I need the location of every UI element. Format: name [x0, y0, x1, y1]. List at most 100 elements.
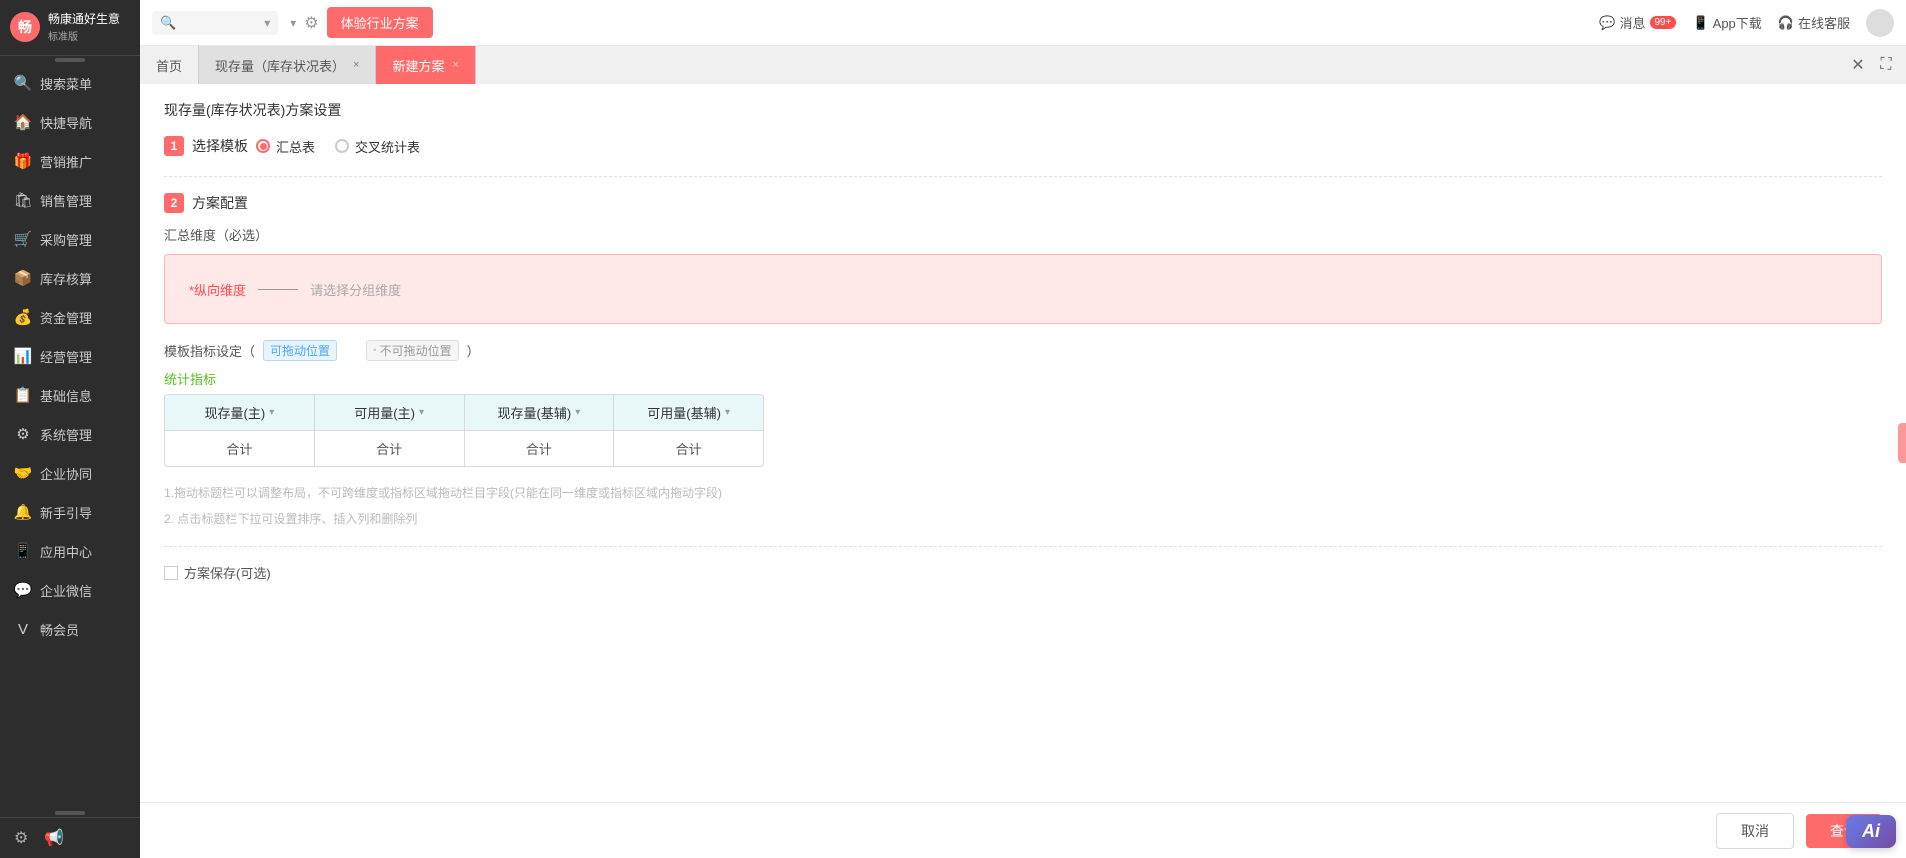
sidebar-bottom: ⚙ 📢	[0, 817, 140, 858]
sidebar-item-label: 企业微信	[40, 581, 92, 600]
sidebar-item-sales[interactable]: 🛍 销售管理	[0, 181, 140, 220]
search-chevron-icon[interactable]: ▾	[264, 16, 270, 30]
topbar-expand-icon[interactable]: ▾	[290, 16, 296, 30]
sidebar-scroll-down[interactable]	[0, 809, 140, 817]
logo-icon: 畅	[10, 12, 40, 42]
col-chevron-0: ▾	[269, 407, 274, 418]
tab-inventory-close-icon[interactable]: ×	[353, 59, 359, 71]
online-service-btn[interactable]: 🎧 在线客服	[1778, 13, 1850, 32]
col-inventory-main[interactable]: 现存量(主) ▾	[165, 395, 315, 430]
page-title: 现存量(库存状况表)方案设置	[164, 100, 1882, 120]
section2-title: 方案配置	[192, 193, 248, 213]
tab-expand-btn[interactable]: ⛶	[1874, 53, 1898, 77]
sidebar-item-search-menu[interactable]: 🔍 搜索菜单	[0, 64, 140, 103]
app-download-icon: 📱	[1692, 15, 1708, 31]
section2-header: 2 方案配置	[164, 193, 1882, 213]
onboarding-icon: 🔔	[14, 503, 32, 521]
sidebar-item-inventory[interactable]: 📦 库存核算	[0, 259, 140, 298]
radio-summary[interactable]: 汇总表	[256, 137, 315, 156]
radio-cross[interactable]: 交叉统计表	[335, 137, 420, 156]
sidebar-item-membership[interactable]: V 畅会员	[0, 610, 140, 649]
cell-0-1: 合计	[315, 431, 465, 466]
tab-new-plan[interactable]: 新建方案 ×	[376, 46, 475, 84]
col-chevron-1: ▾	[419, 407, 424, 418]
message-badge: 99+	[1650, 16, 1677, 29]
sales-icon: 🛍	[14, 191, 32, 209]
topbar-gear-icon[interactable]: ⚙	[304, 13, 318, 33]
sidebar-item-operations[interactable]: 📊 经营管理	[0, 337, 140, 376]
cancel-button[interactable]: 取消	[1716, 813, 1794, 849]
tabbar-actions: ✕ ⛶	[1846, 53, 1906, 77]
section-config: 2 方案配置 汇总维度（必选） *纵向维度 请选择分组维度 模板指标设定（	[164, 193, 1882, 582]
purchase-icon: 🛒	[14, 230, 32, 248]
sidebar-item-cooperation[interactable]: 🤝 企业协同	[0, 454, 140, 493]
tab-new-plan-label: 新建方案	[392, 56, 444, 75]
sidebar-item-system[interactable]: ⚙ 系统管理	[0, 415, 140, 454]
message-btn[interactable]: 💬 消息 99+	[1599, 13, 1676, 32]
sidebar-item-quick-nav[interactable]: 🏠 快捷导航	[0, 103, 140, 142]
indicator-settings: 模板指标设定（ 可拖动位置 ▪ 不可拖动位置 ） 统计指标	[164, 340, 1882, 467]
col-inventory-aux-label: 现存量(基辅)	[498, 403, 572, 422]
tips-area: 1.拖动标题栏可以调整布局，不可跨维度或指标区域拖动栏目字段(只能在同一维度或指…	[164, 483, 1882, 530]
sidebar-item-label: 营销推广	[40, 152, 92, 171]
indicator-settings-label: 模板指标设定（ 可拖动位置 ▪ 不可拖动位置 ）	[164, 340, 1882, 361]
sidebar-item-label: 资金管理	[40, 308, 92, 327]
sidebar-item-label: 应用中心	[40, 542, 92, 561]
sidebar-item-finance[interactable]: 💰 资金管理	[0, 298, 140, 337]
ai-badge[interactable]: Ai	[1846, 815, 1896, 848]
indicator-settings-middle	[345, 341, 358, 360]
trial-btn[interactable]: 体验行业方案	[327, 7, 433, 38]
sidebar-item-wechat[interactable]: 💬 企业微信	[0, 571, 140, 610]
topbar: 🔍 ▾ ▾ ⚙ 体验行业方案 💬 消息 99+ 📱 App下载 🎧 在线客服	[140, 0, 1906, 46]
sidebar-item-onboarding[interactable]: 🔔 新手引导	[0, 493, 140, 532]
logo-sub: 标准版	[48, 28, 120, 43]
tab-inventory[interactable]: 现存量（库存状况表） ×	[199, 46, 376, 84]
finance-icon: 💰	[14, 308, 32, 326]
avatar[interactable]	[1866, 9, 1894, 37]
section-divider-2	[164, 546, 1882, 547]
sidebar-scroll-up[interactable]	[0, 56, 140, 64]
speaker-icon[interactable]: 📢	[44, 828, 64, 848]
stats-label: 统计指标	[164, 369, 1882, 388]
sidebar-item-app-center[interactable]: 📱 应用中心	[0, 532, 140, 571]
tab-home[interactable]: 首页	[140, 46, 199, 84]
footer: 取消 查询	[140, 802, 1906, 858]
search-icon: 🔍	[160, 15, 176, 31]
search-box[interactable]: 🔍 ▾	[152, 11, 278, 35]
col-available-aux[interactable]: 可用量(基辅) ▾	[614, 395, 763, 430]
right-edge-btn[interactable]	[1898, 423, 1906, 463]
save-checkbox[interactable]	[164, 566, 178, 580]
sidebar-item-label: 库存核算	[40, 269, 92, 288]
main-area: 🔍 ▾ ▾ ⚙ 体验行业方案 💬 消息 99+ 📱 App下载 🎧 在线客服	[140, 0, 1906, 858]
col-available-aux-label: 可用量(基辅)	[647, 403, 721, 422]
radio-summary-circle	[256, 139, 270, 153]
col-available-main-label: 可用量(主)	[354, 403, 415, 422]
cooperation-icon: 🤝	[14, 464, 32, 482]
cell-0-2: 合计	[465, 431, 615, 466]
sidebar-item-purchase[interactable]: 🛒 采购管理	[0, 220, 140, 259]
tab-new-plan-close-icon[interactable]: ×	[452, 59, 458, 71]
tab-close-btn[interactable]: ✕	[1846, 53, 1870, 77]
col-available-main[interactable]: 可用量(主) ▾	[315, 395, 465, 430]
sidebar-item-label: 畅会员	[40, 620, 79, 639]
dimension-area[interactable]: *纵向维度 请选择分组维度	[164, 254, 1882, 324]
search-menu-icon: 🔍	[14, 74, 32, 92]
search-input[interactable]	[180, 16, 260, 30]
quick-nav-icon: 🏠	[14, 113, 32, 131]
section1-header: 1 选择模板 汇总表 交叉统计表	[164, 136, 1882, 156]
save-option[interactable]: 方案保存(可选)	[164, 563, 1882, 582]
cell-0-3: 合计	[614, 431, 763, 466]
app-download-btn[interactable]: 📱 App下载	[1692, 13, 1761, 32]
system-icon: ⚙	[14, 425, 32, 443]
sidebar-item-marketing[interactable]: 🎁 营销推广	[0, 142, 140, 181]
col-inventory-aux[interactable]: 现存量(基辅) ▾	[465, 395, 615, 430]
marketing-icon: 🎁	[14, 152, 32, 170]
col-inventory-main-label: 现存量(主)	[205, 403, 266, 422]
section-template: 1 选择模板 汇总表 交叉统计表	[164, 136, 1882, 156]
col-chevron-3: ▾	[725, 407, 730, 418]
settings-icon[interactable]: ⚙	[14, 828, 28, 848]
content-inner: 现存量(库存状况表)方案设置 1 选择模板 汇总表	[140, 84, 1906, 618]
scroll-indicator-down	[55, 811, 85, 815]
sidebar-item-basic[interactable]: 📋 基础信息	[0, 376, 140, 415]
sidebar-nav: 🔍 搜索菜单 🏠 快捷导航 🎁 营销推广 🛍 销售管理 🛒 采购管理 📦 库存核…	[0, 64, 140, 809]
